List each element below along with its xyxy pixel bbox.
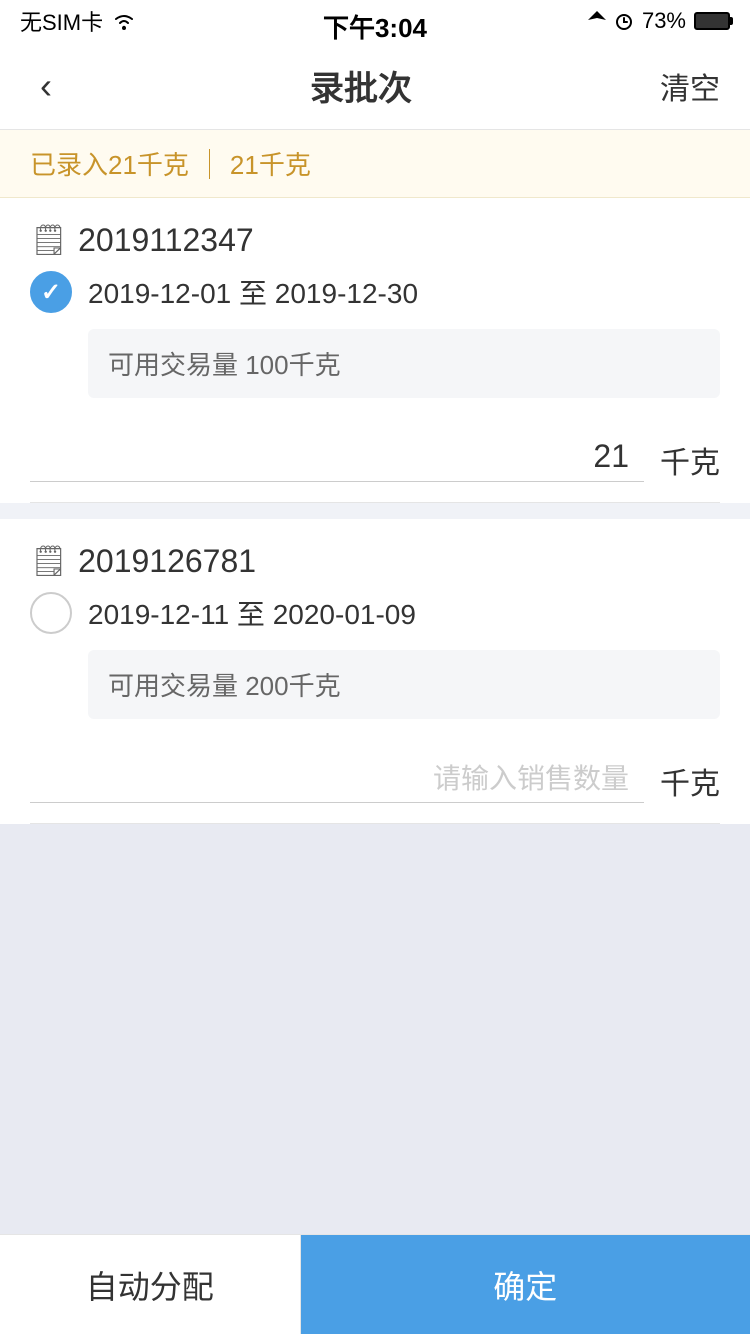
batch-input-row-1: 千克 bbox=[30, 422, 720, 503]
info-banner: 已录入21千克 21千克 bbox=[0, 130, 750, 198]
batch-item-2: 🗒 2019126781 2019-12-11 至 2020-01-09 可用交… bbox=[0, 519, 750, 824]
bottom-bar: 自动分配 确定 bbox=[0, 1234, 750, 1334]
doc-icon-2: 🗒 bbox=[30, 544, 68, 579]
input-wrapper-1 bbox=[30, 438, 644, 482]
quantity-input-1[interactable] bbox=[224, 438, 644, 475]
clear-button[interactable]: 清空 bbox=[660, 64, 720, 108]
section-divider bbox=[0, 503, 750, 519]
quantity-input-2[interactable] bbox=[224, 759, 644, 796]
battery-percent: 73% bbox=[642, 8, 686, 34]
wifi-icon bbox=[111, 11, 137, 31]
banner-divider bbox=[209, 149, 210, 179]
batch-id-1: 2019112347 bbox=[78, 222, 254, 259]
page-title: 录批次 bbox=[310, 61, 412, 110]
unit-label-2: 千克 bbox=[660, 759, 720, 803]
batch-date-1: 2019-12-01 至 2019-12-30 bbox=[88, 272, 418, 312]
batch-input-row-2: 千克 bbox=[30, 743, 720, 824]
status-left: 无SIM卡 bbox=[20, 5, 137, 37]
nav-bar: ‹ 录批次 清空 bbox=[0, 42, 750, 130]
batch-card-1: 🗒 2019112347 2019-12-01 至 2019-12-30 可用交… bbox=[0, 198, 750, 503]
batch-date-row-2: 2019-12-11 至 2020-01-09 bbox=[30, 592, 720, 634]
batch-item-1: 🗒 2019112347 2019-12-01 至 2019-12-30 可用交… bbox=[0, 198, 750, 503]
input-underline-2 bbox=[30, 802, 644, 803]
status-right: 73% bbox=[588, 8, 730, 34]
batch-header-1: 🗒 2019112347 bbox=[30, 222, 720, 259]
battery-icon bbox=[694, 12, 730, 30]
empty-area bbox=[0, 824, 750, 1264]
batch-card-2: 🗒 2019126781 2019-12-11 至 2020-01-09 可用交… bbox=[0, 519, 750, 824]
status-bar: 无SIM卡 下午3:04 73% bbox=[0, 0, 750, 42]
back-button[interactable]: ‹ bbox=[30, 55, 62, 117]
alarm-icon bbox=[614, 11, 634, 31]
batch-date-2: 2019-12-11 至 2020-01-09 bbox=[88, 593, 416, 633]
batch-id-2: 2019126781 bbox=[78, 543, 256, 580]
location-icon bbox=[588, 11, 606, 31]
recorded-amount-label: 已录入21千克 bbox=[30, 145, 189, 182]
amount-value: 21千克 bbox=[230, 145, 311, 182]
radio-button-2[interactable] bbox=[30, 592, 72, 634]
radio-button-1[interactable] bbox=[30, 271, 72, 313]
unit-label-1: 千克 bbox=[660, 438, 720, 482]
input-underline-1 bbox=[30, 481, 644, 482]
sim-text: 无SIM卡 bbox=[20, 5, 103, 37]
doc-icon-1: 🗒 bbox=[30, 223, 68, 258]
auto-distribute-button[interactable]: 自动分配 bbox=[0, 1235, 301, 1334]
batch-header-2: 🗒 2019126781 bbox=[30, 543, 720, 580]
batch-qty-2: 可用交易量 200千克 bbox=[88, 650, 720, 719]
batch-date-row-1: 2019-12-01 至 2019-12-30 bbox=[30, 271, 720, 313]
status-time: 下午3:04 bbox=[323, 8, 427, 45]
confirm-button[interactable]: 确定 bbox=[301, 1235, 750, 1334]
input-wrapper-2 bbox=[30, 759, 644, 803]
batch-qty-1: 可用交易量 100千克 bbox=[88, 329, 720, 398]
